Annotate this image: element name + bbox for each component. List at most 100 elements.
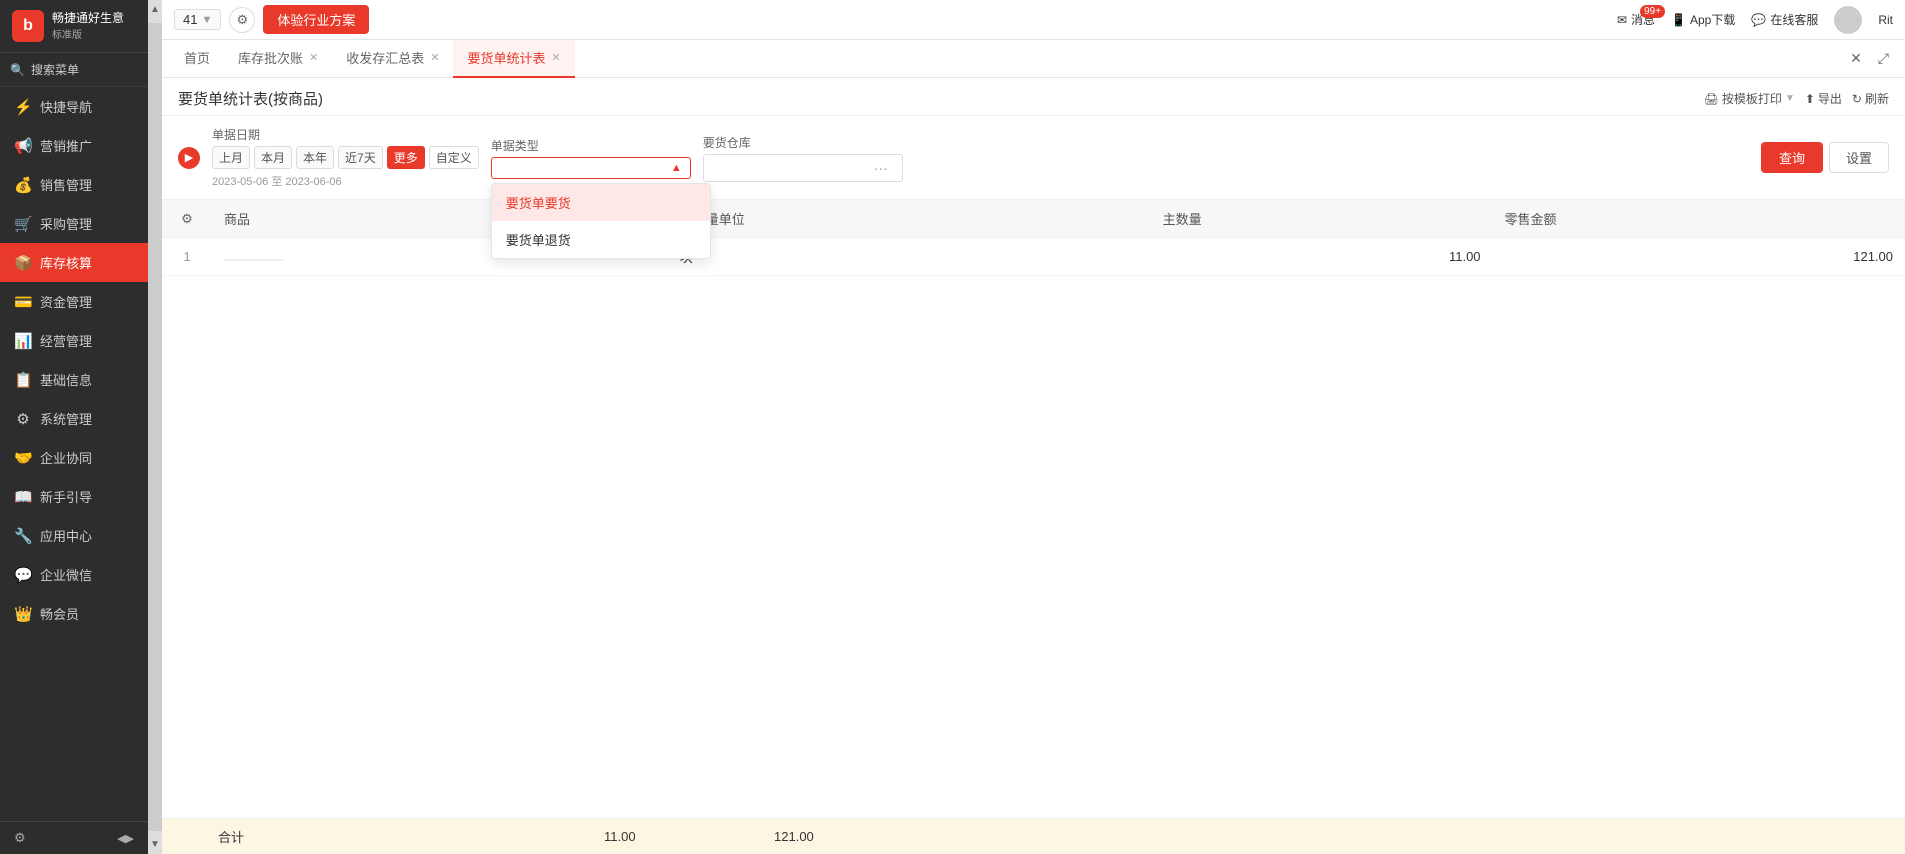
sidebar-item-marketing[interactable]: 📢 营销推广 [0, 126, 148, 165]
finance-icon: 💳 [14, 293, 32, 311]
column-settings-icon[interactable]: ⚙ [181, 211, 193, 226]
online-service-button[interactable]: 💬 在线客服 [1751, 11, 1818, 28]
export-button[interactable]: ⬆ 导出 [1805, 90, 1842, 107]
quick-nav-icon: ⚡ [14, 98, 32, 116]
sidebar-item-purchase[interactable]: 🛒 采购管理 [0, 204, 148, 243]
sidebar-item-wechat[interactable]: 💬 企业微信 [0, 555, 148, 594]
filter-warehouse-group: 要货仓库 ··· [703, 134, 903, 182]
system-icon: ⚙ [14, 410, 32, 428]
marketing-icon: 📢 [14, 137, 32, 155]
tab-home-label: 首页 [184, 48, 210, 67]
app-download-button[interactable]: 📱 App下载 [1671, 11, 1735, 28]
app-download-icon: 📱 [1671, 13, 1686, 27]
window-expand-btn[interactable]: ⤢ [1870, 46, 1897, 71]
type-dropdown-arrow[interactable]: ▲ [671, 162, 682, 174]
filter-actions: 查询 设置 [1761, 142, 1889, 173]
tab-order-stats-close[interactable]: ✕ [552, 51, 561, 64]
date-this-month[interactable]: 本月 [254, 146, 292, 169]
sidebar-item-collab[interactable]: 🤝 企业协同 [0, 438, 148, 477]
date-last-7days[interactable]: 近7天 [338, 146, 383, 169]
sidebar-item-inventory[interactable]: 📦 库存核算 [0, 243, 148, 282]
dropdown-item-tuihuo[interactable]: 要货单退货 [492, 221, 710, 258]
date-this-year[interactable]: 本年 [296, 146, 334, 169]
user-avatar[interactable] [1834, 6, 1862, 34]
warehouse-input[interactable]: ··· [703, 154, 903, 182]
tab-summary[interactable]: 收发存汇总表 ✕ [332, 40, 453, 78]
data-table: ⚙ 商品 主计量单位 主数量 零售金额 1 [162, 200, 1905, 276]
settings-button[interactable]: 设置 [1829, 142, 1889, 173]
scroll-down-arrow[interactable]: ▼ [148, 835, 162, 854]
tab-home[interactable]: 首页 [170, 40, 224, 78]
print-button[interactable]: 🖨 按模板打印 ▼ [1704, 90, 1795, 107]
date-shortcuts: 上月 本月 本年 近7天 更多 自定义 [212, 146, 479, 169]
cell-quantity: 11.00 [1151, 238, 1493, 276]
message-badge: 99+ [1640, 5, 1665, 18]
app-sub: 标准版 [52, 26, 124, 41]
sidebar-item-guide[interactable]: 📖 新手引导 [0, 477, 148, 516]
sidebar-search[interactable]: 🔍 搜索菜单 [0, 53, 148, 87]
warehouse-input-field[interactable] [712, 161, 868, 175]
sidebar-item-operations[interactable]: 📊 经营管理 [0, 321, 148, 360]
page-title: 要货单统计表(按商品) [178, 88, 323, 109]
type-dropdown-menu: 要货单要货 要货单退货 [491, 183, 711, 259]
footer-gear-icon[interactable]: ⚙ [14, 830, 26, 846]
footer-toggle-icon[interactable]: ◀▶ [117, 832, 134, 845]
scroll-up-arrow[interactable]: ▲ [148, 0, 162, 19]
query-button[interactable]: 查询 [1761, 142, 1823, 173]
tab-inventory-batch-close[interactable]: ✕ [309, 51, 318, 64]
search-label: 搜索菜单 [31, 61, 79, 78]
date-last-month[interactable]: 上月 [212, 146, 250, 169]
sidebar-item-system[interactable]: ⚙ 系统管理 [0, 399, 148, 438]
type-input-field[interactable] [500, 161, 671, 175]
topbar-left: 41 ▼ ⚙ 体验行业方案 [174, 5, 1607, 34]
wechat-label: 企业微信 [40, 565, 92, 584]
topbar-gear-icon: ⚙ [237, 12, 249, 28]
sidebar: b 畅捷通好生意 标准版 🔍 搜索菜单 ⚡ 快捷导航 📢 营销推广 💰 销售管理… [0, 0, 148, 854]
search-icon: 🔍 [10, 63, 25, 77]
sidebar-item-member[interactable]: 👑 畅会员 [0, 594, 148, 633]
th-gear[interactable]: ⚙ [162, 200, 212, 238]
refresh-button[interactable]: ↻ 刷新 [1852, 90, 1889, 107]
marketing-label: 营销推广 [40, 136, 92, 155]
more-options-icon[interactable]: ··· [868, 158, 894, 178]
filter-expand-button[interactable]: ▶ [178, 147, 200, 169]
cell-index: 1 [162, 238, 212, 276]
logo-icon: b [12, 10, 44, 42]
store-num: 41 [183, 12, 197, 27]
print-dropdown-icon: ▼ [1785, 93, 1795, 104]
sidebar-nav: ⚡ 快捷导航 📢 营销推广 💰 销售管理 🛒 采购管理 📦 库存核算 💳 资金管… [0, 87, 148, 821]
wechat-icon: 💬 [14, 566, 32, 584]
tabbar: 首页 库存批次账 ✕ 收发存汇总表 ✕ 要货单统计表 ✕ ✕ ⤢ [162, 40, 1905, 78]
app-center-label: 应用中心 [40, 526, 92, 545]
refresh-label: 刷新 [1865, 90, 1889, 107]
sidebar-item-sales[interactable]: 💰 销售管理 [0, 165, 148, 204]
table-container: ⚙ 商品 主计量单位 主数量 零售金额 1 [162, 200, 1905, 818]
app-center-icon: 🔧 [14, 527, 32, 545]
date-custom[interactable]: 自定义 [429, 146, 479, 169]
window-close-btn[interactable]: ✕ [1842, 46, 1870, 71]
tab-order-stats[interactable]: 要货单统计表 ✕ [453, 40, 574, 78]
type-input[interactable]: ▲ [491, 157, 691, 179]
finance-label: 资金管理 [40, 292, 92, 311]
online-service-label: 在线客服 [1770, 11, 1818, 28]
tab-summary-label: 收发存汇总表 [346, 48, 424, 67]
page-header: 要货单统计表(按商品) 🖨 按模板打印 ▼ ⬆ 导出 ↻ 刷新 [162, 78, 1905, 116]
trial-button[interactable]: 体验行业方案 [263, 5, 369, 34]
table-header-row: ⚙ 商品 主计量单位 主数量 零售金额 [162, 200, 1905, 238]
date-more[interactable]: 更多 [387, 146, 425, 169]
sidebar-item-app-center[interactable]: 🔧 应用中心 [0, 516, 148, 555]
member-icon: 👑 [14, 605, 32, 623]
sidebar-scrollbar: ▲ ▼ [148, 0, 162, 854]
sidebar-item-basic-info[interactable]: 📋 基础信息 [0, 360, 148, 399]
store-selector[interactable]: 41 ▼ [174, 9, 221, 30]
sales-icon: 💰 [14, 176, 32, 194]
tab-summary-close[interactable]: ✕ [430, 51, 439, 64]
dropdown-item-yaohuo[interactable]: 要货单要货 [492, 184, 710, 221]
topbar-gear-button[interactable]: ⚙ [229, 7, 255, 33]
sidebar-item-finance[interactable]: 💳 资金管理 [0, 282, 148, 321]
th-amount: 零售金额 [1493, 200, 1905, 238]
quick-nav-label: 快捷导航 [40, 97, 92, 116]
sidebar-item-quick-nav[interactable]: ⚡ 快捷导航 [0, 87, 148, 126]
message-button[interactable]: ✉ 消息 99+ [1617, 11, 1655, 28]
tab-inventory-batch[interactable]: 库存批次账 ✕ [224, 40, 332, 78]
